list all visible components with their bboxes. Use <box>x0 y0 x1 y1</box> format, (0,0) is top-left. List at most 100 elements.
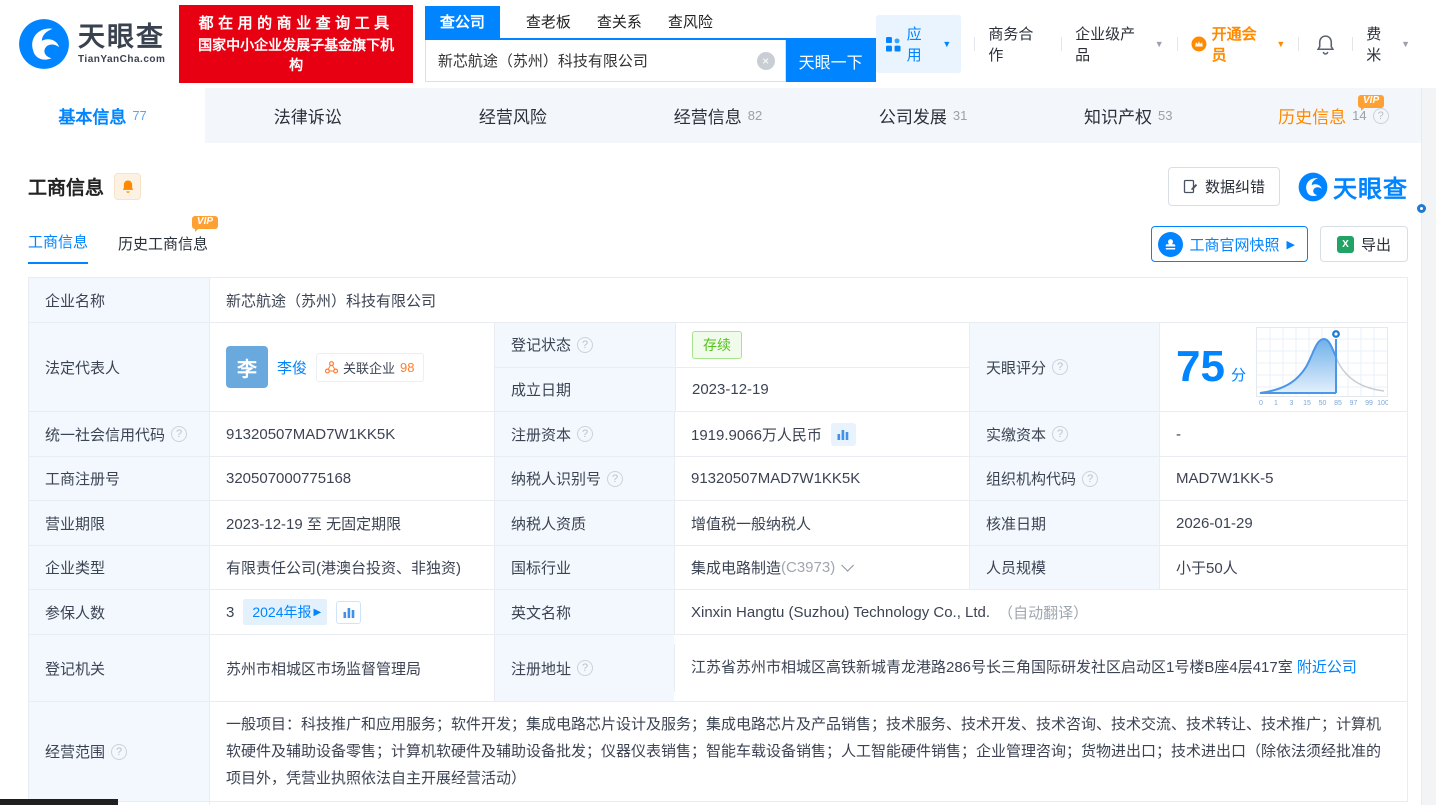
reg-status-value: 存续 <box>675 323 969 367</box>
english-name-text: Xinxin Hangtu (Suzhou) Technology Co., L… <box>691 603 991 621</box>
authority-label: 登记机关 <box>29 635 209 701</box>
nav-user-menu[interactable]: 费米 ▼ <box>1366 23 1410 65</box>
business-scope-value: 一般项目：科技推广和应用服务；软件开发；集成电路芯片设计及服务；集成电路芯片及产… <box>209 697 1407 805</box>
search-tab-company[interactable]: 查公司 <box>424 6 500 38</box>
help-icon[interactable]: ? <box>1372 107 1389 124</box>
data-correction-button[interactable]: 数据纠错 <box>1167 167 1280 206</box>
subtab-history-registration[interactable]: VIP 历史工商信息 <box>118 216 219 264</box>
vip-badge: VIP <box>1358 95 1385 111</box>
site-logo[interactable]: 天眼查 TianYanCha.com <box>18 18 165 70</box>
label-text: 组织机构代码 <box>986 471 1077 488</box>
industry-code: (C3973) <box>781 559 836 576</box>
org-code-value: MAD7W1KK-5 <box>1159 457 1407 500</box>
tab-label: 公司发展 <box>878 108 947 127</box>
table-row: 统一社会信用代码 ? 91320507MAD7W1KK5K 注册资本 ? 191… <box>29 411 1407 456</box>
tab-count: 31 <box>952 108 968 123</box>
search-tab-relation[interactable]: 查关系 <box>597 6 642 38</box>
tab-business-info[interactable]: 经营信息 82 <box>615 88 820 143</box>
industry-text: 集成电路制造 <box>691 560 782 577</box>
nav-enterprise-products[interactable]: 企业级产品 ▼ <box>1075 23 1164 65</box>
tab-basic-info[interactable]: 基本信息 77 <box>0 88 206 143</box>
tab-operating-risk[interactable]: 经营风险 <box>410 88 615 143</box>
svg-text:15: 15 <box>1303 400 1311 407</box>
tab-intellectual-property[interactable]: 知识产权 53 <box>1026 88 1231 143</box>
bottom-strip <box>0 799 118 805</box>
arrow-right-icon: ▶ <box>313 606 322 618</box>
subscribe-bell-icon[interactable] <box>114 173 142 200</box>
address-label: 注册地址 ? <box>494 635 674 701</box>
export-button[interactable]: X 导出 <box>1319 226 1408 262</box>
apps-grid-icon <box>885 36 901 52</box>
company-name-value: 新芯航途（苏州）科技有限公司 <box>209 278 1407 322</box>
arrow-right-icon: ▶ <box>1286 238 1295 251</box>
tab-label: 法律诉讼 <box>273 108 342 127</box>
legal-rep-link[interactable]: 李俊 <box>277 357 307 378</box>
table-row: 参保人数 3 2024年报 ▶ 英文名称 Xinxin Hangtu (Suzh <box>29 589 1407 634</box>
side-widget-handle[interactable] <box>1417 204 1426 213</box>
help-icon[interactable]: ? <box>577 660 594 676</box>
tab-count: 77 <box>132 108 147 123</box>
insured-chart-icon[interactable] <box>336 600 362 624</box>
label-text: 天眼评分 <box>986 359 1047 377</box>
nav-cooperation[interactable]: 商务合作 <box>988 23 1048 65</box>
reg-capital-text: 1919.9066万人民币 <box>691 426 822 444</box>
search-tab-risk[interactable]: 查风险 <box>668 6 713 38</box>
main-tab-bar: 基本信息 77 法律诉讼 经营风险 经营信息 82 公司发展 31 知识产权 5… <box>0 88 1436 143</box>
help-icon[interactable]: ? <box>111 743 128 760</box>
avatar[interactable]: 李 <box>226 346 268 388</box>
company-name-label: 企业名称 <box>29 278 209 322</box>
slogan-line2: 国家中小企业发展子基金旗下机构 <box>198 36 395 73</box>
data-correction-label: 数据纠错 <box>1204 179 1265 196</box>
official-snapshot-button[interactable]: 工商官网快照 ▶ <box>1150 226 1308 262</box>
score-unit: 分 <box>1230 366 1246 384</box>
tab-label: 经营风险 <box>478 108 547 127</box>
network-icon <box>325 360 339 373</box>
help-icon[interactable]: ? <box>1082 470 1099 487</box>
help-icon[interactable]: ? <box>1052 359 1069 375</box>
tab-history-info[interactable]: VIP 历史信息 14 ? <box>1231 88 1436 143</box>
label-text: 实缴资本 <box>986 426 1047 444</box>
chevron-down-icon[interactable] <box>841 559 855 572</box>
approval-date-value: 2026-01-29 <box>1159 501 1407 545</box>
search-tab-boss[interactable]: 查老板 <box>526 6 571 38</box>
help-icon[interactable]: ? <box>1052 426 1069 442</box>
divider <box>1061 37 1063 51</box>
related-companies-badge[interactable]: 关联企业 98 <box>316 352 424 382</box>
help-icon[interactable]: ? <box>171 426 188 442</box>
chevron-down-icon: ▼ <box>1401 39 1411 49</box>
label-text: 统一社会信用代码 <box>45 426 166 444</box>
nav-open-vip[interactable]: 开通会员 ▼ <box>1191 23 1285 65</box>
search-field: × <box>424 40 786 82</box>
insured-value: 3 2024年报 ▶ <box>209 590 494 634</box>
header-nav: 应用 ▼ 商务合作 企业级产品 ▼ 开通会员 ▼ 费米 ▼ <box>875 15 1436 73</box>
apps-menu[interactable]: 应用 ▼ <box>875 15 962 73</box>
search-input[interactable] <box>437 52 757 69</box>
stamp-icon <box>1157 231 1183 257</box>
help-icon[interactable]: ? <box>607 470 624 487</box>
tab-label: 历史信息 <box>1278 108 1347 127</box>
help-icon[interactable]: ? <box>577 336 594 353</box>
nearby-companies-link[interactable]: 附近公司 <box>1297 659 1357 676</box>
scrollbar-track[interactable] <box>1421 88 1436 805</box>
org-code-label: 组织机构代码 ? <box>969 457 1159 500</box>
address-text: 江苏省苏州市相城区高铁新城青龙港路286号长三角国际研发社区启动区1号楼B座4层… <box>691 659 1293 677</box>
staff-size-value: 小于50人 <box>1159 546 1407 589</box>
export-label: 导出 <box>1360 236 1391 254</box>
help-icon[interactable]: ? <box>577 426 594 442</box>
annual-report-badge[interactable]: 2024年报 ▶ <box>243 599 328 625</box>
clear-search-icon[interactable]: × <box>756 51 775 70</box>
score-value: 75 分 0 1 3 15 50 85 97 99 100 <box>1159 323 1407 411</box>
svg-text:50: 50 <box>1319 400 1327 407</box>
tab-legal-proceedings[interactable]: 法律诉讼 <box>205 88 410 143</box>
reg-capital-label: 注册资本 ? <box>494 412 674 456</box>
insured-label: 参保人数 <box>29 590 209 634</box>
business-term-value: 2023-12-19 至 无固定期限 <box>209 501 494 545</box>
notification-bell-icon[interactable] <box>1316 34 1335 55</box>
capital-chart-icon[interactable] <box>830 422 856 446</box>
tab-company-development[interactable]: 公司发展 31 <box>821 88 1026 143</box>
business-scope-label: 经营范围 ? <box>29 702 209 801</box>
tianyancha-company-page: 天眼查 TianYanCha.com 都在用的商业查询工具 国家中小企业发展子基… <box>0 0 1436 805</box>
username-label: 费米 <box>1366 26 1382 64</box>
subtab-business-registration[interactable]: 工商信息 <box>28 231 89 264</box>
search-button[interactable]: 天眼一下 <box>785 40 876 82</box>
